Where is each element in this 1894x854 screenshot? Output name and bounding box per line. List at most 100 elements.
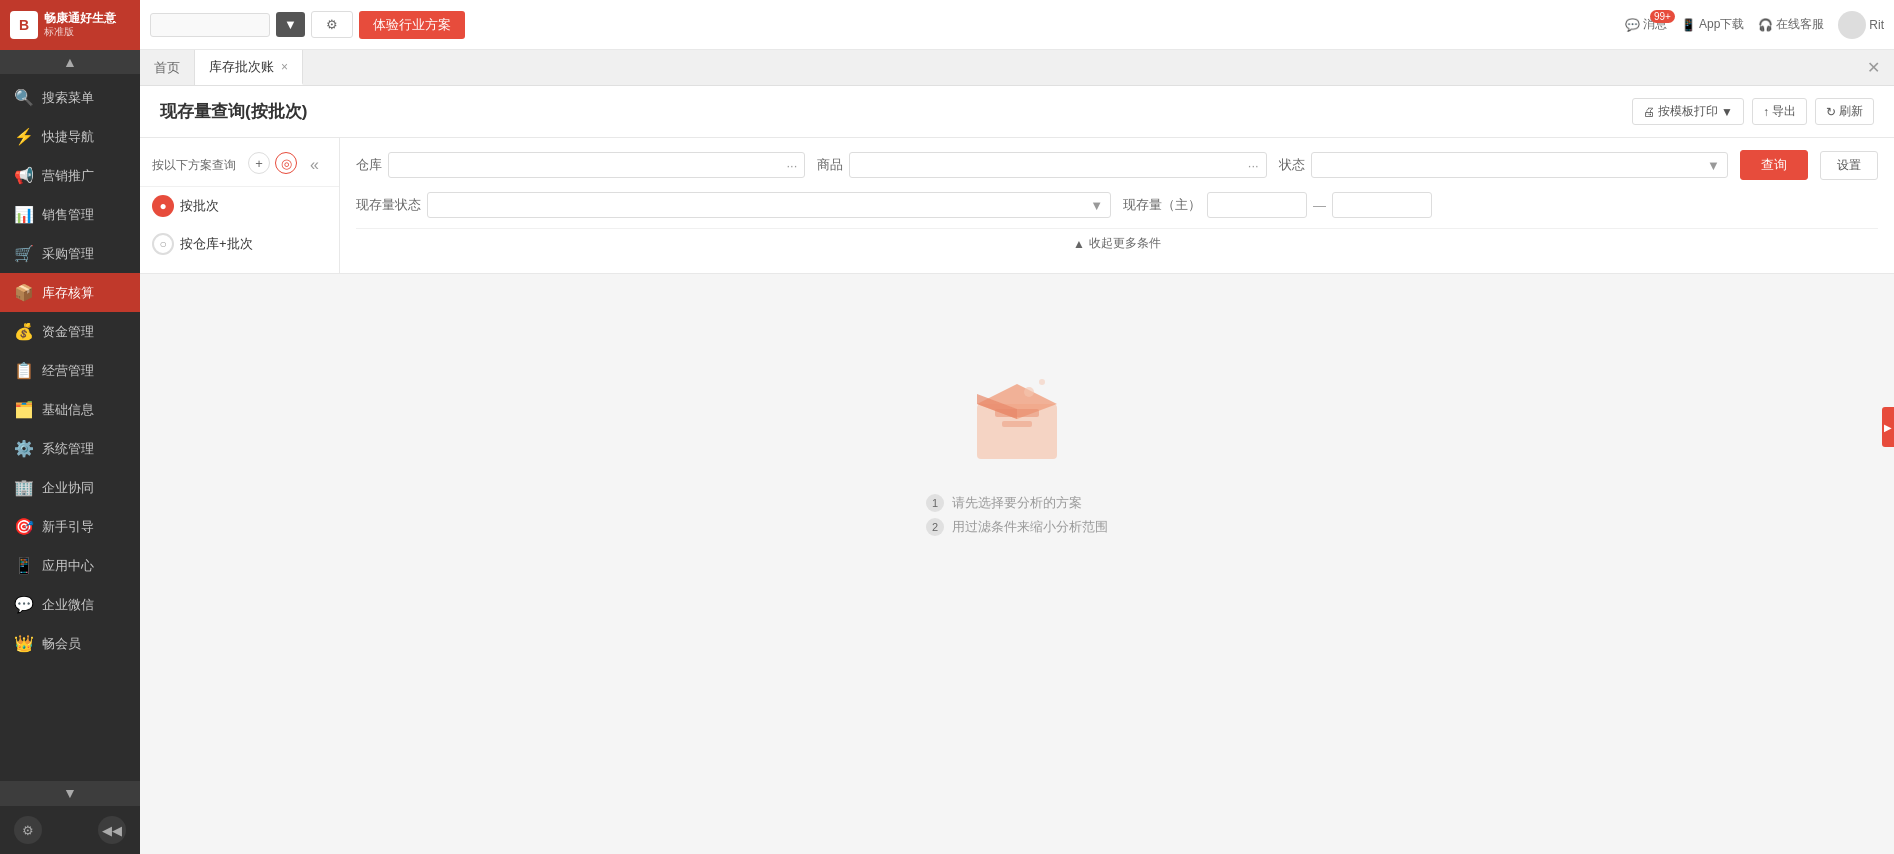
- sidebar-item-operations[interactable]: 📋 经营管理: [0, 351, 140, 390]
- empty-steps: 1 请先选择要分析的方案 2 用过滤条件来缩小分析范围: [926, 494, 1108, 542]
- sidebar-item-guide[interactable]: 🎯 新手引导: [0, 507, 140, 546]
- filter-sidebar: 按以下方案查询 + ◎ « ● 按批次 ○ 按仓库+批次: [140, 138, 340, 273]
- empty-step-2: 2 用过滤条件来缩小分析范围: [926, 518, 1108, 536]
- empty-state: 1 请先选择要分析的方案 2 用过滤条件来缩小分析范围: [140, 274, 1894, 622]
- app-logo: B: [10, 11, 38, 39]
- warehouse-more-icon[interactable]: ···: [786, 158, 797, 173]
- online-service-btn[interactable]: 🎧 在线客服: [1758, 16, 1824, 33]
- product-input[interactable]: [849, 152, 1266, 178]
- logo-letter: B: [19, 17, 29, 33]
- tab-inventory-batch[interactable]: 库存批次账 ×: [195, 50, 303, 85]
- collapse-more-label: 收起更多条件: [1089, 235, 1161, 252]
- warehouse-field: 仓库 ···: [356, 152, 805, 178]
- filter-option-batch-label: 按批次: [180, 197, 219, 215]
- app-edition: 标准版: [44, 25, 130, 39]
- sidebar-item-quick[interactable]: ⚡ 快捷导航: [0, 117, 140, 156]
- settings-form-btn[interactable]: 设置: [1820, 151, 1878, 180]
- sidebar-item-inventory[interactable]: 📦 库存核算: [0, 273, 140, 312]
- main-area: ▼ ⚙ 体验行业方案 💬 消息 99+ 📱 App下载 🎧 在线客服 Rit: [140, 0, 1894, 854]
- user-menu[interactable]: Rit: [1838, 11, 1884, 39]
- settings-btn-topbar[interactable]: ⚙: [311, 11, 353, 38]
- refresh-icon: ↻: [1826, 105, 1836, 119]
- page-actions: 🖨 按模板打印 ▼ ↑ 导出 ↻ 刷新: [1632, 98, 1874, 125]
- sidebar-item-finance[interactable]: 💰 资金管理: [0, 312, 140, 351]
- status-select[interactable]: [1311, 152, 1728, 178]
- chart-icon: 📊: [14, 205, 34, 224]
- content-area: 现存量查询(按批次) 🖨 按模板打印 ▼ ↑ 导出 ↻ 刷新: [140, 86, 1894, 854]
- filter-option-warehouse-batch[interactable]: ○ 按仓库+批次: [140, 225, 339, 263]
- cart-icon: 🛒: [14, 244, 34, 263]
- message-icon: 💬: [1625, 18, 1640, 32]
- target-filter-btn[interactable]: ◎: [275, 152, 297, 174]
- close-tab-right-btn[interactable]: ✕: [1853, 50, 1894, 85]
- status-field: 状态 ▼: [1279, 152, 1728, 178]
- sidebar-item-system[interactable]: ⚙️ 系统管理: [0, 429, 140, 468]
- sidebar-item-marketing[interactable]: 📢 营销推广: [0, 156, 140, 195]
- topbar-dropdown-btn[interactable]: ▼: [276, 12, 305, 37]
- warehouse-batch-option-icon: ○: [152, 233, 174, 255]
- topbar-search-input[interactable]: [150, 13, 270, 37]
- filter-option-batch[interactable]: ● 按批次: [140, 187, 339, 225]
- collapse-sidebar-btn[interactable]: ◀◀: [98, 816, 126, 844]
- sidebar-item-search[interactable]: 🔍 搜索菜单: [0, 78, 140, 117]
- target-icon: 🎯: [14, 517, 34, 536]
- messages-btn[interactable]: 💬 消息 99+: [1625, 16, 1667, 33]
- stock-qty-label: 现存量（主）: [1123, 196, 1201, 214]
- online-service-label: 在线客服: [1776, 16, 1824, 33]
- stock-qty-min-input[interactable]: [1207, 192, 1307, 218]
- add-filter-btn[interactable]: +: [248, 152, 270, 174]
- collapse-sidebar-filter-btn[interactable]: «: [302, 152, 327, 178]
- money-icon: 💰: [14, 322, 34, 341]
- export-btn-label: 导出: [1772, 103, 1796, 120]
- filter-row-1: 仓库 ··· 商品 ··· 状态: [356, 150, 1878, 180]
- sidebar-item-label: 基础信息: [42, 401, 94, 419]
- sidebar-item-sales[interactable]: 📊 销售管理: [0, 195, 140, 234]
- print-btn-label: 按模板打印: [1658, 103, 1718, 120]
- query-btn[interactable]: 查询: [1740, 150, 1808, 180]
- page-title: 现存量查询(按批次): [160, 100, 307, 123]
- sidebar-scroll-down[interactable]: ▼: [0, 781, 140, 805]
- product-more-icon[interactable]: ···: [1248, 158, 1259, 173]
- warehouse-input[interactable]: [388, 152, 805, 178]
- stock-qty-max-input[interactable]: [1332, 192, 1432, 218]
- step-1-num: 1: [926, 494, 944, 512]
- svg-rect-5: [995, 409, 1039, 417]
- right-panel-toggle[interactable]: ▶: [1882, 407, 1894, 447]
- chat-icon: 💬: [14, 595, 34, 614]
- filter-sidebar-title: 按以下方案查询: [152, 157, 236, 174]
- user-name: Rit: [1869, 18, 1884, 32]
- box-icon: 📦: [14, 283, 34, 302]
- brand-name: 畅康通好生意: [44, 11, 130, 25]
- refresh-btn[interactable]: ↻ 刷新: [1815, 98, 1874, 125]
- trial-btn[interactable]: 体验行业方案: [359, 11, 465, 39]
- sidebar-scroll-up[interactable]: ▲: [0, 50, 140, 74]
- sidebar-header: B 畅康通好生意 标准版: [0, 0, 140, 50]
- sidebar-item-enterprise[interactable]: 🏢 企业协同: [0, 468, 140, 507]
- collapse-more-btn[interactable]: ▲ 收起更多条件: [356, 228, 1878, 258]
- user-avatar: [1838, 11, 1866, 39]
- sidebar-item-purchase[interactable]: 🛒 采购管理: [0, 234, 140, 273]
- crown-icon: 👑: [14, 634, 34, 653]
- stock-status-field: 现存量状态 ▼: [356, 192, 1111, 218]
- sidebar-item-basic[interactable]: 🗂️ 基础信息: [0, 390, 140, 429]
- print-chevron-icon: ▼: [1721, 105, 1733, 119]
- app-download-label: App下载: [1699, 16, 1744, 33]
- stock-status-select[interactable]: [427, 192, 1111, 218]
- export-btn[interactable]: ↑ 导出: [1752, 98, 1807, 125]
- app-download-btn[interactable]: 📱 App下载: [1681, 16, 1744, 33]
- sidebar-item-apps[interactable]: 📱 应用中心: [0, 546, 140, 585]
- sidebar-item-label: 销售管理: [42, 206, 94, 224]
- empty-illustration: [957, 354, 1077, 474]
- tabs-bar: 首页 库存批次账 × ✕: [140, 50, 1894, 86]
- settings-icon-btn[interactable]: ⚙: [14, 816, 42, 844]
- gear-icon: ⚙️: [14, 439, 34, 458]
- topbar: ▼ ⚙ 体验行业方案 💬 消息 99+ 📱 App下载 🎧 在线客服 Rit: [140, 0, 1894, 50]
- page-header: 现存量查询(按批次) 🖨 按模板打印 ▼ ↑ 导出 ↻ 刷新: [140, 86, 1894, 138]
- sidebar-item-label: 畅会员: [42, 635, 81, 653]
- download-icon: 📱: [1681, 18, 1696, 32]
- tab-close-btn[interactable]: ×: [281, 60, 288, 74]
- print-btn[interactable]: 🖨 按模板打印 ▼: [1632, 98, 1744, 125]
- sidebar-item-member[interactable]: 👑 畅会员: [0, 624, 140, 663]
- tab-home[interactable]: 首页: [140, 50, 195, 85]
- sidebar-item-wechat[interactable]: 💬 企业微信: [0, 585, 140, 624]
